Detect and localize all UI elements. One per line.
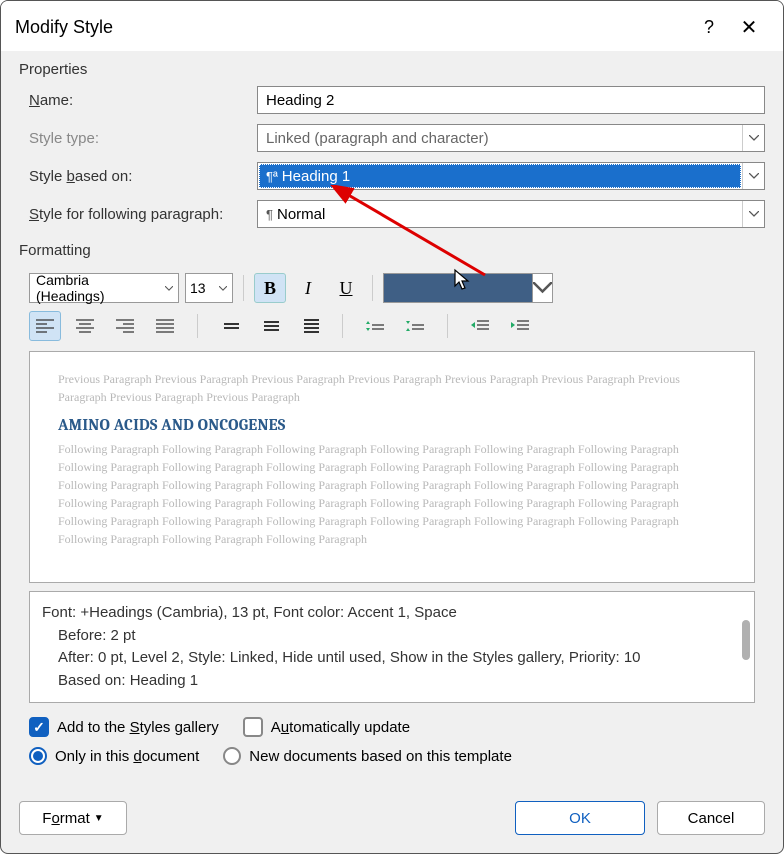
chevron-down-icon [160,274,178,302]
ok-button[interactable]: OK [515,801,645,835]
properties-section-label: Properties [19,61,765,78]
space-before-decrease-button[interactable] [399,311,431,341]
chevron-down-icon [742,163,764,189]
preview-previous-text: Previous Paragraph Previous Paragraph Pr… [58,370,726,406]
caret-down-icon: ▼ [94,813,104,824]
style-based-on-combo[interactable]: ¶ªHeading 1 [257,162,765,190]
preview-heading-text: AMINO ACIDS AND ONCOGENES [58,416,726,434]
paragraph-style-icon: ¶ª [266,169,278,184]
chevron-down-icon [742,125,764,151]
format-button[interactable]: Format▼ [19,801,127,835]
preview-box: Previous Paragraph Previous Paragraph Pr… [29,351,755,583]
style-based-on-label: Style based on: [29,168,257,185]
modify-style-dialog: Modify Style ? ✕ Properties Name: Style … [0,0,784,854]
close-button[interactable]: ✕ [729,11,769,43]
style-type-label: Style type: [29,130,257,147]
auto-update-label: Automatically update [271,719,410,736]
chevron-down-icon [532,274,552,302]
chevron-down-icon [214,274,232,302]
increase-indent-button[interactable] [504,311,536,341]
font-color-combo[interactable] [383,273,553,303]
auto-update-checkbox[interactable] [243,717,263,737]
style-following-combo[interactable]: ¶Normal [257,200,765,228]
font-size-combo[interactable]: 13 [185,273,233,303]
dialog-title: Modify Style [15,17,113,38]
style-description-box: Font: +Headings (Cambria), 13 pt, Font c… [29,591,755,703]
new-documents-radio[interactable] [223,747,241,765]
preview-following-text: Following Paragraph Following Paragraph … [58,440,726,548]
pilcrow-icon: ¶ [266,207,273,222]
formatting-section-label: Formatting [19,242,765,259]
align-left-button[interactable] [29,311,61,341]
style-following-label: Style for following paragraph: [29,206,257,223]
space-before-increase-button[interactable] [359,311,391,341]
align-right-button[interactable] [109,311,141,341]
name-input[interactable] [257,86,765,114]
line-spacing-1-button[interactable] [214,311,246,341]
line-spacing-1-5-button[interactable] [254,311,286,341]
underline-button[interactable]: U [330,273,362,303]
only-this-document-label: Only in this document [55,748,199,765]
style-type-combo[interactable]: Linked (paragraph and character) [257,124,765,152]
scrollbar-thumb[interactable] [742,620,750,660]
decrease-indent-button[interactable] [464,311,496,341]
name-label: Name: [29,92,257,109]
chevron-down-icon [742,201,764,227]
align-center-button[interactable] [69,311,101,341]
align-justify-button[interactable] [149,311,181,341]
cancel-button[interactable]: Cancel [657,801,765,835]
color-swatch [384,274,532,302]
add-to-gallery-label: Add to the Styles gallery [57,719,219,736]
font-family-combo[interactable]: Cambria (Headings) [29,273,179,303]
new-documents-label: New documents based on this template [249,748,512,765]
line-spacing-2-button[interactable] [294,311,326,341]
titlebar: Modify Style ? ✕ [1,1,783,51]
italic-button[interactable]: I [292,273,324,303]
add-to-gallery-checkbox[interactable] [29,717,49,737]
help-button[interactable]: ? [689,11,729,43]
only-this-document-radio[interactable] [29,747,47,765]
bold-button[interactable]: B [254,273,286,303]
